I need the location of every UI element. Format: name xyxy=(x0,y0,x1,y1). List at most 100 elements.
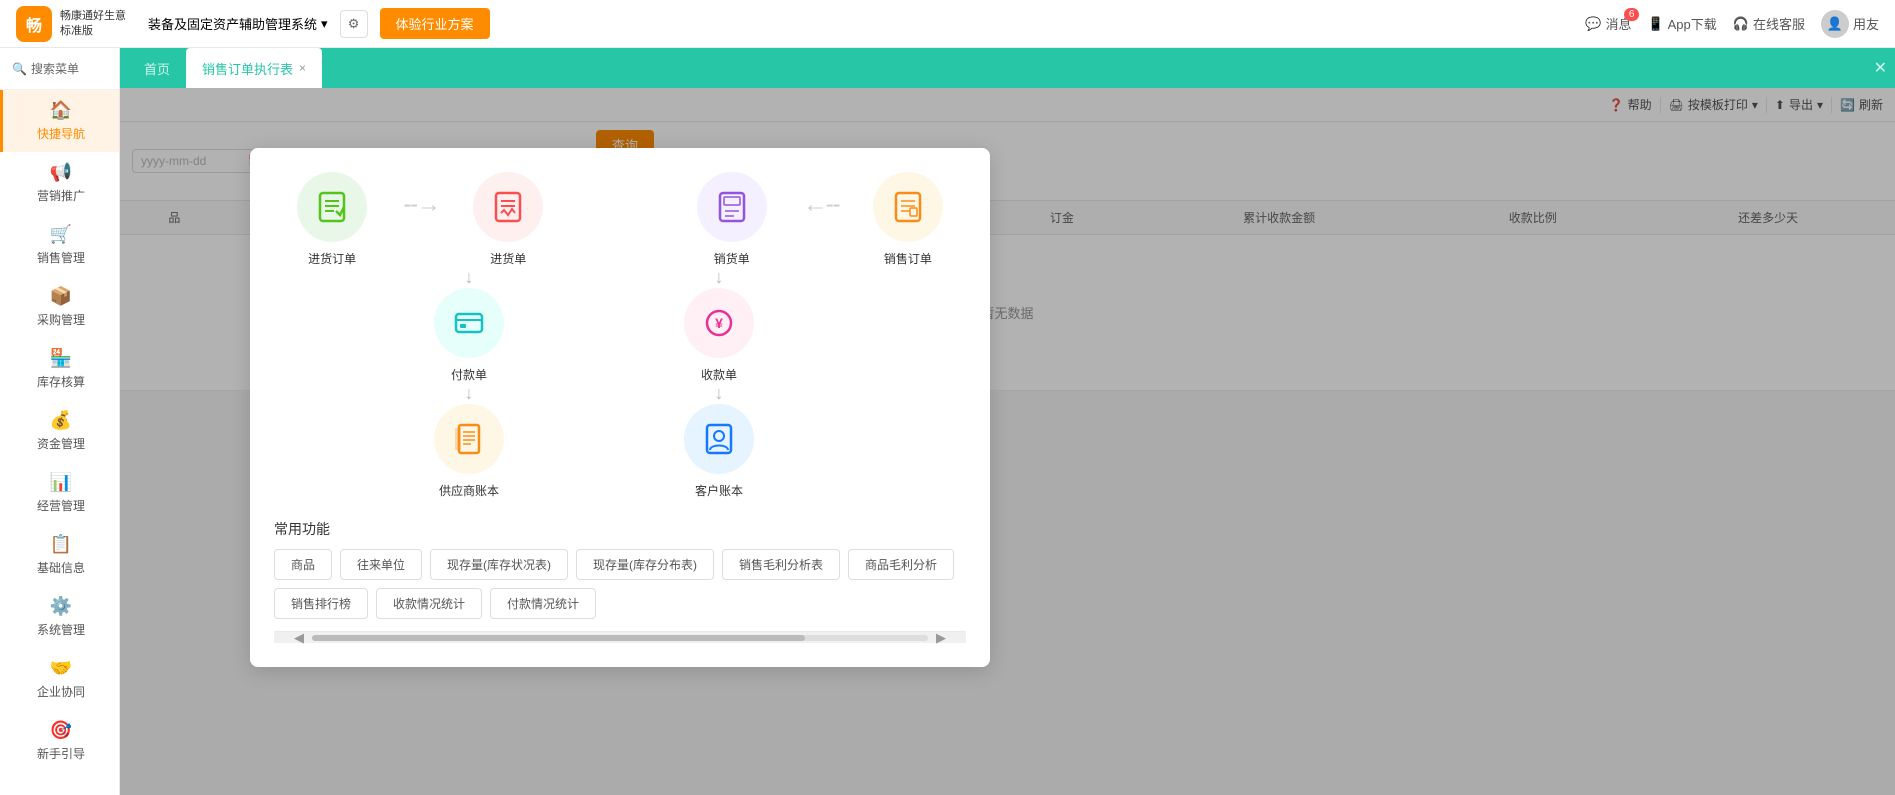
flow-node-customer-ledger[interactable]: 客户账本 xyxy=(654,404,784,499)
sales-bill-label: 销货单 xyxy=(714,250,750,267)
purchase-icon: 📦 xyxy=(50,286,72,307)
system-title-dropdown[interactable]: 装备及固定资产辅助管理系统 ▾ xyxy=(148,14,328,33)
purchase-order-icon xyxy=(297,172,367,242)
logo-text: 畅康通好生意 标准版 xyxy=(60,9,126,38)
inventory-icon: 🏪 xyxy=(50,348,72,369)
purchase-bill-label: 进货单 xyxy=(490,250,526,267)
flow-row-3: 供应商账本 客户账本 xyxy=(274,404,966,499)
app-container: 畅 畅康通好生意 标准版 装备及固定资产辅助管理系统 ▾ ⚙ 体验行业方案 💬 … xyxy=(0,0,1895,795)
scroll-right-arrow[interactable]: ▶ xyxy=(936,630,946,646)
arrow-down-row-2: ↓ ↓ xyxy=(274,383,966,404)
flow-row-1: 进货订单 - - → 进货单 xyxy=(274,172,966,267)
flow-node-payment[interactable]: 付款单 xyxy=(404,288,534,383)
scroll-track xyxy=(312,635,928,641)
sales-order-label: 销售订单 xyxy=(884,250,932,267)
download-icon: 📱 xyxy=(1647,16,1663,32)
func-btn-counterparty[interactable]: 往来单位 xyxy=(340,549,422,580)
receipt-label: 收款单 xyxy=(701,366,737,383)
logo-area: 畅 畅康通好生意 标准版 xyxy=(16,6,136,42)
service-icon: 🎧 xyxy=(1733,16,1749,32)
home-icon: 🏠 xyxy=(50,100,72,121)
sales-order-icon xyxy=(873,172,943,242)
func-btn-payment-stats[interactable]: 付款情况统计 xyxy=(490,588,596,619)
sidebar-item-inventory[interactable]: 🏪 库存核算 xyxy=(0,338,119,400)
top-bar: 畅 畅康通好生意 标准版 装备及固定资产辅助管理系统 ▾ ⚙ 体验行业方案 💬 … xyxy=(0,0,1895,48)
payment-label: 付款单 xyxy=(451,366,487,383)
sidebar-item-quick-nav[interactable]: 🏠 快捷导航 xyxy=(0,90,119,152)
search-menu-button[interactable]: 🔍 搜索菜单 xyxy=(8,56,111,81)
user-menu[interactable]: 👤 用友 xyxy=(1821,10,1879,38)
common-functions: 常用功能 商品 往来单位 现存量(库存状况表) 现存量(库存分布表) 销售毛利分… xyxy=(274,519,966,619)
flow-node-purchase-order[interactable]: 进货订单 xyxy=(274,172,390,267)
close-all-tabs-button[interactable]: ✕ xyxy=(1874,60,1887,77)
arrow-down-sales: ↓ xyxy=(654,267,784,288)
sidebar-item-operations[interactable]: 📊 经营管理 xyxy=(0,462,119,524)
flow-node-receipt[interactable]: ¥ 收款单 xyxy=(654,288,784,383)
top-right-actions: 💬 消息 6 📱 App下载 🎧 在线客服 👤 用友 xyxy=(1585,10,1879,38)
avatar: 👤 xyxy=(1821,10,1849,38)
func-btn-sales-rank[interactable]: 销售排行榜 xyxy=(274,588,368,619)
app-download-button[interactable]: 📱 App下载 xyxy=(1647,14,1716,33)
sidebar-item-marketing[interactable]: 📢 营销推广 xyxy=(0,152,119,214)
page-content: ❓ 帮助 🖨 按模板打印 ▾ ⬆ 导出 ▾ xyxy=(120,88,1895,795)
message-icon: 💬 xyxy=(1585,16,1601,32)
search-icon: 🔍 xyxy=(12,62,27,76)
func-btn-receipt-stats[interactable]: 收款情况统计 xyxy=(376,588,482,619)
tab-home[interactable]: 首页 xyxy=(128,48,186,88)
func-buttons-row2: 销售排行榜 收款情况统计 付款情况统计 xyxy=(274,588,966,619)
tab-sales-order[interactable]: 销售订单执行表 × xyxy=(186,48,322,88)
sidebar-item-finance[interactable]: 💰 资金管理 xyxy=(0,400,119,462)
base-info-icon: 📋 xyxy=(50,534,72,555)
operations-icon: 📊 xyxy=(50,472,72,493)
system-title: 装备及固定资产辅助管理系统 xyxy=(148,14,317,33)
arrow-down-purchase: ↓ xyxy=(404,267,534,288)
tab-bar: 首页 销售订单执行表 × ✕ xyxy=(120,48,1895,88)
sales-icon: 🛒 xyxy=(50,224,72,245)
flow-node-supplier-ledger[interactable]: 供应商账本 xyxy=(404,404,534,499)
messages-button[interactable]: 💬 消息 6 xyxy=(1585,14,1631,33)
tab-bar-right: ✕ xyxy=(1874,58,1887,78)
sidebar-item-newbie[interactable]: 🎯 新手引导 xyxy=(0,710,119,772)
scroll-thumb[interactable] xyxy=(312,635,805,641)
sidebar-item-enterprise[interactable]: 🤝 企业协同 xyxy=(0,648,119,710)
flow-node-sales-bill[interactable]: 销货单 xyxy=(674,172,790,267)
func-btn-sales-margin[interactable]: 销售毛利分析表 xyxy=(722,549,840,580)
supplier-ledger-icon xyxy=(434,404,504,474)
arrow-right-dashed-1: - - → xyxy=(390,191,450,219)
func-btn-stock-dist[interactable]: 现存量(库存分布表) xyxy=(576,549,714,580)
purchase-bill-icon xyxy=(473,172,543,242)
sidebar-item-base-info[interactable]: 📋 基础信息 xyxy=(0,524,119,586)
func-btn-goods[interactable]: 商品 xyxy=(274,549,332,580)
logo-icon: 畅 xyxy=(16,6,52,42)
func-buttons-container: 商品 往来单位 现存量(库存状况表) 现存量(库存分布表) 销售毛利分析表 商品… xyxy=(274,549,966,580)
sidebar-item-sales[interactable]: 🛒 销售管理 xyxy=(0,214,119,276)
svg-text:¥: ¥ xyxy=(715,315,723,331)
finance-icon: 💰 xyxy=(50,410,72,431)
payment-icon xyxy=(434,288,504,358)
receipt-icon: ¥ xyxy=(684,288,754,358)
system-icon: ⚙️ xyxy=(50,596,72,617)
arrow-left-dashed-1: ← - - xyxy=(790,191,850,219)
content-area: 首页 销售订单执行表 × ✕ ❓ 帮助 xyxy=(120,48,1895,795)
sidebar-item-purchase[interactable]: 📦 采购管理 xyxy=(0,276,119,338)
sidebar-item-system[interactable]: ⚙️ 系统管理 xyxy=(0,586,119,648)
flow-node-purchase-bill[interactable]: 进货单 xyxy=(450,172,566,267)
flow-diagram: 进货订单 - - → 进货单 xyxy=(274,172,966,499)
gear-button[interactable]: ⚙ xyxy=(340,10,368,38)
purchase-order-label: 进货订单 xyxy=(308,250,356,267)
tab-close-icon[interactable]: × xyxy=(299,61,306,75)
trial-button[interactable]: 体验行业方案 xyxy=(380,8,490,39)
newbie-icon: 🎯 xyxy=(50,720,72,741)
scroll-bar-area: ◀ ▶ xyxy=(274,631,966,643)
sidebar: 🔍 搜索菜单 🏠 快捷导航 📢 营销推广 🛒 销售管理 📦 采购管理 xyxy=(0,48,120,795)
messages-badge: 6 xyxy=(1624,8,1640,21)
online-service-button[interactable]: 🎧 在线客服 xyxy=(1733,14,1805,33)
flow-modal: 进货订单 - - → 进货单 xyxy=(250,148,990,667)
scroll-left-arrow[interactable]: ◀ xyxy=(294,630,304,646)
func-btn-stock-status[interactable]: 现存量(库存状况表) xyxy=(430,549,568,580)
func-btn-goods-margin[interactable]: 商品毛利分析 xyxy=(848,549,954,580)
flow-row-2: 付款单 ¥ 收款单 xyxy=(274,288,966,383)
flow-node-sales-order[interactable]: 销售订单 xyxy=(850,172,966,267)
arrow-down-payment: ↓ xyxy=(404,383,534,404)
main-layout: 🔍 搜索菜单 🏠 快捷导航 📢 营销推广 🛒 销售管理 📦 采购管理 xyxy=(0,48,1895,795)
